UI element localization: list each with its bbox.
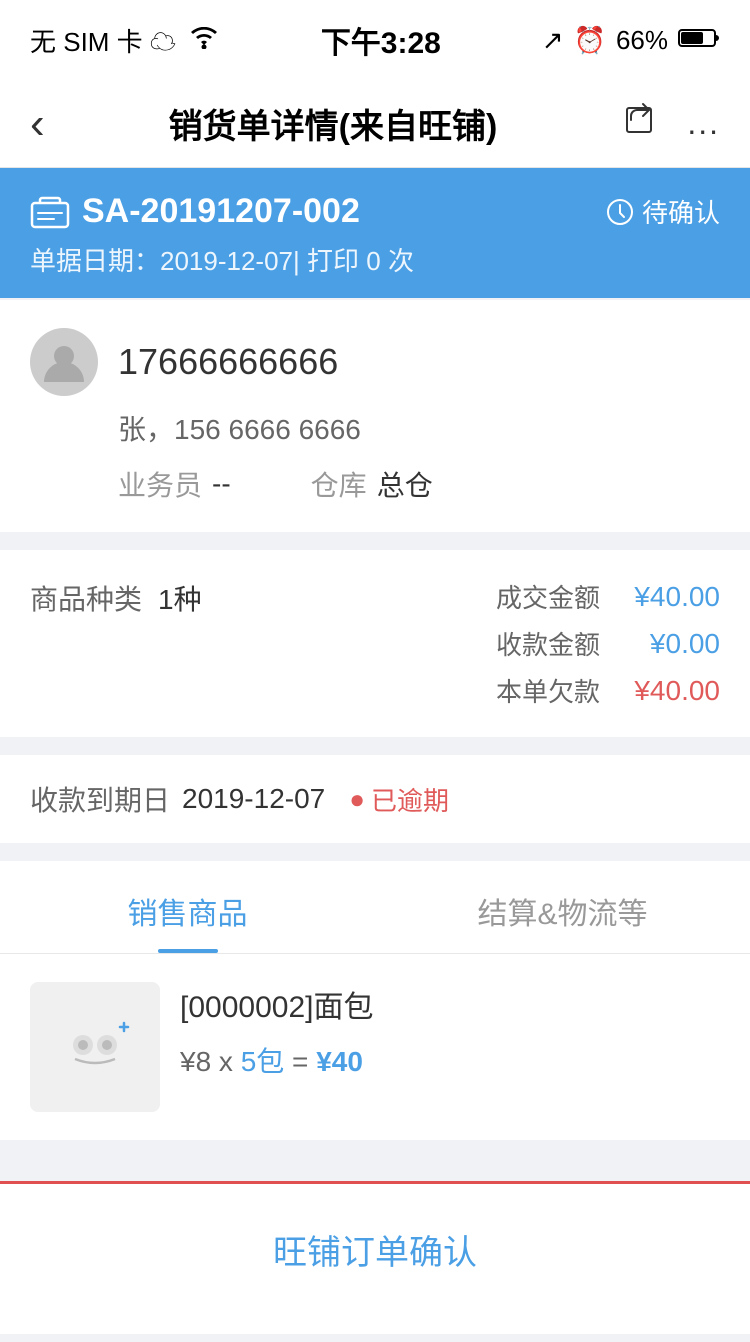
category-value: 1种 [158, 578, 202, 618]
battery-text: 66% [616, 25, 668, 56]
amounts-list: 成交金额 ¥40.00 收款金额 ¥0.00 本单欠款 ¥40.00 [496, 578, 720, 709]
warehouse-info: 仓库 总仓 [311, 464, 433, 504]
category-label: 商品种类 [30, 578, 142, 618]
status-right: ↗ ⏰ 66% [542, 25, 720, 56]
confirm-order-button[interactable]: 旺铺订单确认 [30, 1204, 720, 1294]
bottom-action-bar: 旺铺订单确认 [0, 1181, 750, 1334]
due-section: 收款到期日 2019-12-07 ● 已逾期 [0, 755, 750, 843]
status-time: 下午3:28 [321, 18, 441, 62]
product-list: [0000002]面包 ¥8 x 5包 = ¥40 [0, 954, 750, 1140]
order-status: 待确认 [606, 193, 720, 230]
due-label: 收款到期日 [30, 779, 170, 819]
battery-icon [678, 25, 720, 56]
order-id: SA-20191207-002 [30, 192, 360, 231]
status-bar: 无 SIM 卡 ☁ 下午3:28 ↗ ⏰ 66% [0, 0, 750, 80]
due-date-value: 2019-12-07 [182, 783, 325, 815]
tab-sales-product[interactable]: 销售商品 [0, 861, 375, 953]
alarm-icon: ⏰ [574, 25, 606, 56]
more-icon[interactable]: ... [687, 105, 720, 142]
amount-row-2: 本单欠款 ¥40.00 [496, 672, 720, 709]
tabs-section: 销售商品 结算&物流等 [0000002]面 [0, 861, 750, 1140]
page-title: 销货单详情(来自旺铺) [169, 99, 498, 148]
customer-section: 17666666666 张，156 6666 6666 业务员 -- 仓库 总仓 [0, 300, 750, 532]
overdue-text: 已逾期 [371, 781, 449, 818]
product-name: [0000002]面包 [180, 982, 720, 1026]
back-button[interactable]: ‹ [30, 99, 45, 149]
no-sim-text: 无 SIM 卡 ☁ [30, 22, 176, 59]
customer-contact: 张，156 6666 6666 [30, 408, 720, 448]
customer-phone: 17666666666 [118, 341, 338, 383]
product-info: [0000002]面包 ¥8 x 5包 = ¥40 [180, 982, 720, 1080]
product-price: ¥8 x 5包 = ¥40 [180, 1040, 720, 1080]
order-header: SA-20191207-002 待确认 单据日期：2019-12-07| 打印 … [0, 168, 750, 298]
amount-row-1: 收款金额 ¥0.00 [496, 625, 720, 662]
amount-row-0: 成交金额 ¥40.00 [496, 578, 720, 615]
product-thumbnail [30, 982, 160, 1112]
order-date: 单据日期：2019-12-07| 打印 0 次 [30, 241, 720, 278]
product-item: [0000002]面包 ¥8 x 5包 = ¥40 [30, 982, 720, 1112]
tab-settlement[interactable]: 结算&物流等 [375, 861, 750, 953]
avatar [30, 328, 98, 396]
share-icon[interactable] [621, 102, 657, 146]
nav-bar: ‹ 销货单详情(来自旺铺) ... [0, 80, 750, 168]
wifi-icon [188, 25, 220, 56]
location-icon: ↗ [542, 25, 564, 56]
salesman-info: 业务员 -- [118, 464, 231, 504]
summary-section: 商品种类 1种 成交金额 ¥40.00 收款金额 ¥0.00 本单欠款 ¥40.… [0, 550, 750, 737]
tabs-bar: 销售商品 结算&物流等 [0, 861, 750, 954]
overdue-badge: ● 已逾期 [349, 781, 449, 818]
overdue-icon: ● [349, 784, 365, 815]
status-left: 无 SIM 卡 ☁ [30, 22, 220, 59]
nav-actions: ... [621, 102, 720, 146]
